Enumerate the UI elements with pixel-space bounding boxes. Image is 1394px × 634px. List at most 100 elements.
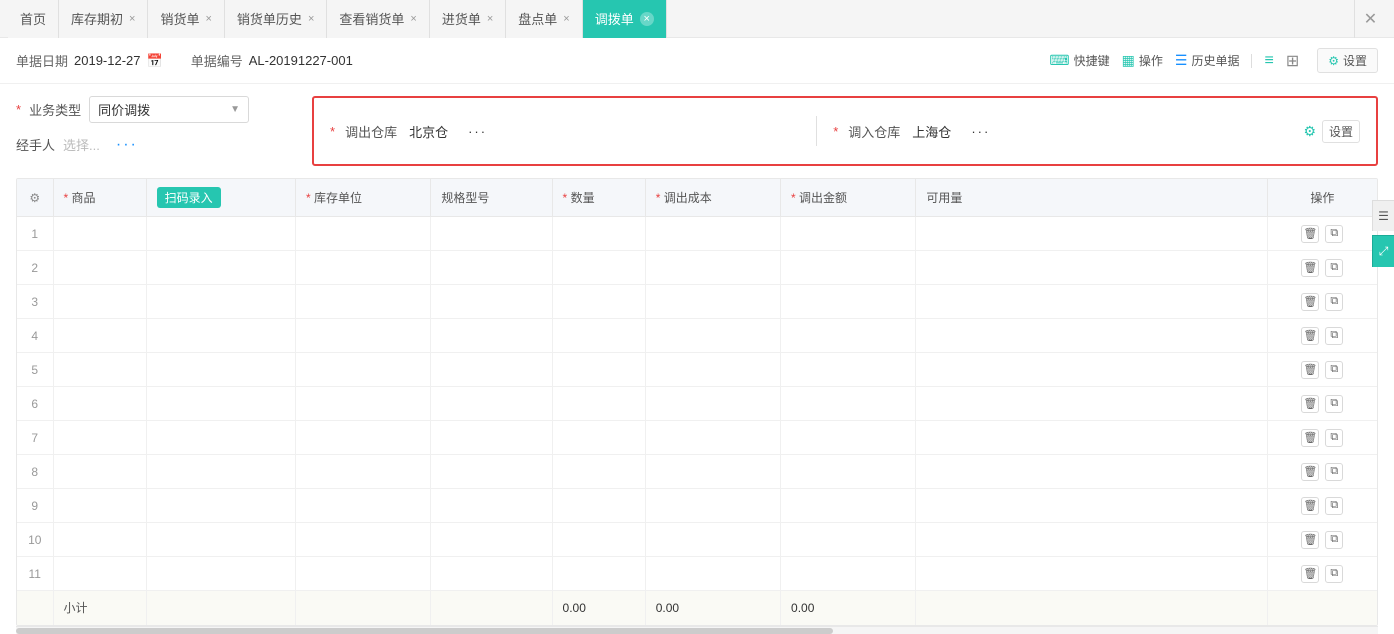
copy-icon[interactable]: ⧉ <box>1325 565 1343 583</box>
product-cell[interactable] <box>53 387 146 421</box>
history-btn[interactable]: ☰ 历史单据 <box>1175 52 1240 69</box>
close-all-tabs[interactable]: ✕ <box>1354 0 1386 38</box>
close-tab-transfer[interactable]: × <box>640 12 654 26</box>
delete-icon[interactable]: 🗑 <box>1301 327 1319 345</box>
table-scrollbar[interactable] <box>16 626 1378 634</box>
list-view-icon[interactable]: ≡ <box>1264 52 1273 70</box>
qty-cell[interactable] <box>552 489 645 523</box>
cost-cell[interactable] <box>645 387 780 421</box>
product-cell[interactable] <box>53 523 146 557</box>
qty-cell[interactable] <box>552 523 645 557</box>
spec-cell[interactable] <box>431 489 552 523</box>
tab-sales-history[interactable]: 销货单历史 × <box>225 0 327 38</box>
unit-cell[interactable] <box>296 455 431 489</box>
cost-cell[interactable] <box>645 557 780 591</box>
amount-cell[interactable] <box>781 421 916 455</box>
spec-cell[interactable] <box>431 217 552 251</box>
tab-home[interactable]: 首页 <box>8 0 59 38</box>
close-tab-sales-history[interactable]: × <box>308 13 314 25</box>
unit-cell[interactable] <box>296 523 431 557</box>
copy-icon[interactable]: ⧉ <box>1325 361 1343 379</box>
product-cell[interactable] <box>53 353 146 387</box>
product-cell[interactable] <box>53 489 146 523</box>
unit-cell[interactable] <box>296 319 431 353</box>
qty-cell[interactable] <box>552 387 645 421</box>
amount-cell[interactable] <box>781 319 916 353</box>
settings-btn[interactable]: ⚙ 设置 <box>1317 48 1378 73</box>
copy-icon[interactable]: ⧉ <box>1325 429 1343 447</box>
delete-icon[interactable]: 🗑 <box>1301 395 1319 413</box>
spec-cell[interactable] <box>431 319 552 353</box>
close-tab-view-sales[interactable]: × <box>410 13 416 25</box>
warehouse-settings-label[interactable]: 设置 <box>1322 120 1360 143</box>
shortcuts-btn[interactable]: ⌨ 快捷键 <box>1049 52 1109 69</box>
cost-cell[interactable] <box>645 285 780 319</box>
warehouse-settings-icon[interactable]: ⚙ <box>1303 123 1316 140</box>
delete-icon[interactable]: 🗑 <box>1301 259 1319 277</box>
cost-cell[interactable] <box>645 319 780 353</box>
spec-cell[interactable] <box>431 353 552 387</box>
delete-icon[interactable]: 🗑 <box>1301 293 1319 311</box>
close-tab-purchase-order[interactable]: × <box>487 13 493 25</box>
operations-btn[interactable]: ▦ 操作 <box>1122 52 1163 69</box>
unit-cell[interactable] <box>296 421 431 455</box>
tab-view-sales[interactable]: 查看销货单 × <box>327 0 429 38</box>
copy-icon[interactable]: ⧉ <box>1325 395 1343 413</box>
person-placeholder[interactable]: 选择... <box>63 135 100 154</box>
product-cell[interactable] <box>53 319 146 353</box>
unit-cell[interactable] <box>296 557 431 591</box>
scroll-thumb[interactable] <box>16 628 833 634</box>
scan-btn[interactable]: 扫码录入 <box>157 187 221 208</box>
spec-cell[interactable] <box>431 557 552 591</box>
amount-cell[interactable] <box>781 217 916 251</box>
copy-icon[interactable]: ⧉ <box>1325 259 1343 277</box>
unit-cell[interactable] <box>296 251 431 285</box>
amount-cell[interactable] <box>781 455 916 489</box>
delete-icon[interactable]: 🗑 <box>1301 463 1319 481</box>
copy-icon[interactable]: ⧉ <box>1325 531 1343 549</box>
biz-type-select[interactable]: 同价调拨 ▼ <box>89 96 249 123</box>
spec-cell[interactable] <box>431 421 552 455</box>
qty-cell[interactable] <box>552 251 645 285</box>
close-tab-inventory-init[interactable]: × <box>129 13 135 25</box>
close-tab-sales-order[interactable]: × <box>205 13 211 25</box>
delete-icon[interactable]: 🗑 <box>1301 531 1319 549</box>
amount-cell[interactable] <box>781 387 916 421</box>
amount-cell[interactable] <box>781 523 916 557</box>
product-cell[interactable] <box>53 217 146 251</box>
tab-purchase-order[interactable]: 进货单 × <box>430 0 506 38</box>
amount-cell[interactable] <box>781 251 916 285</box>
qty-cell[interactable] <box>552 217 645 251</box>
amount-cell[interactable] <box>781 285 916 319</box>
tab-sales-order[interactable]: 销货单 × <box>148 0 224 38</box>
warehouse-in-more-btn[interactable]: ··· <box>971 124 990 139</box>
qty-cell[interactable] <box>552 319 645 353</box>
delete-icon[interactable]: 🗑 <box>1301 565 1319 583</box>
copy-icon[interactable]: ⧉ <box>1325 497 1343 515</box>
cost-cell[interactable] <box>645 251 780 285</box>
calendar-icon[interactable]: 📅 <box>147 53 163 69</box>
spec-cell[interactable] <box>431 387 552 421</box>
qty-cell[interactable] <box>552 557 645 591</box>
spec-cell[interactable] <box>431 251 552 285</box>
qty-cell[interactable] <box>552 285 645 319</box>
warehouse-out-more-btn[interactable]: ··· <box>468 124 487 139</box>
tab-transfer[interactable]: 调拨单 × <box>583 0 667 38</box>
unit-cell[interactable] <box>296 489 431 523</box>
delete-icon[interactable]: 🗑 <box>1301 361 1319 379</box>
close-tab-stocktake[interactable]: × <box>563 13 569 25</box>
amount-cell[interactable] <box>781 353 916 387</box>
spec-cell[interactable] <box>431 523 552 557</box>
spec-cell[interactable] <box>431 285 552 319</box>
delete-icon[interactable]: 🗑 <box>1301 225 1319 243</box>
product-cell[interactable] <box>53 455 146 489</box>
unit-cell[interactable] <box>296 217 431 251</box>
delete-icon[interactable]: 🗑 <box>1301 429 1319 447</box>
unit-cell[interactable] <box>296 285 431 319</box>
copy-icon[interactable]: ⧉ <box>1325 225 1343 243</box>
product-cell[interactable] <box>53 557 146 591</box>
product-cell[interactable] <box>53 285 146 319</box>
sidebar-list-icon[interactable]: ☰ <box>1372 200 1394 231</box>
delete-icon[interactable]: 🗑 <box>1301 497 1319 515</box>
unit-cell[interactable] <box>296 353 431 387</box>
